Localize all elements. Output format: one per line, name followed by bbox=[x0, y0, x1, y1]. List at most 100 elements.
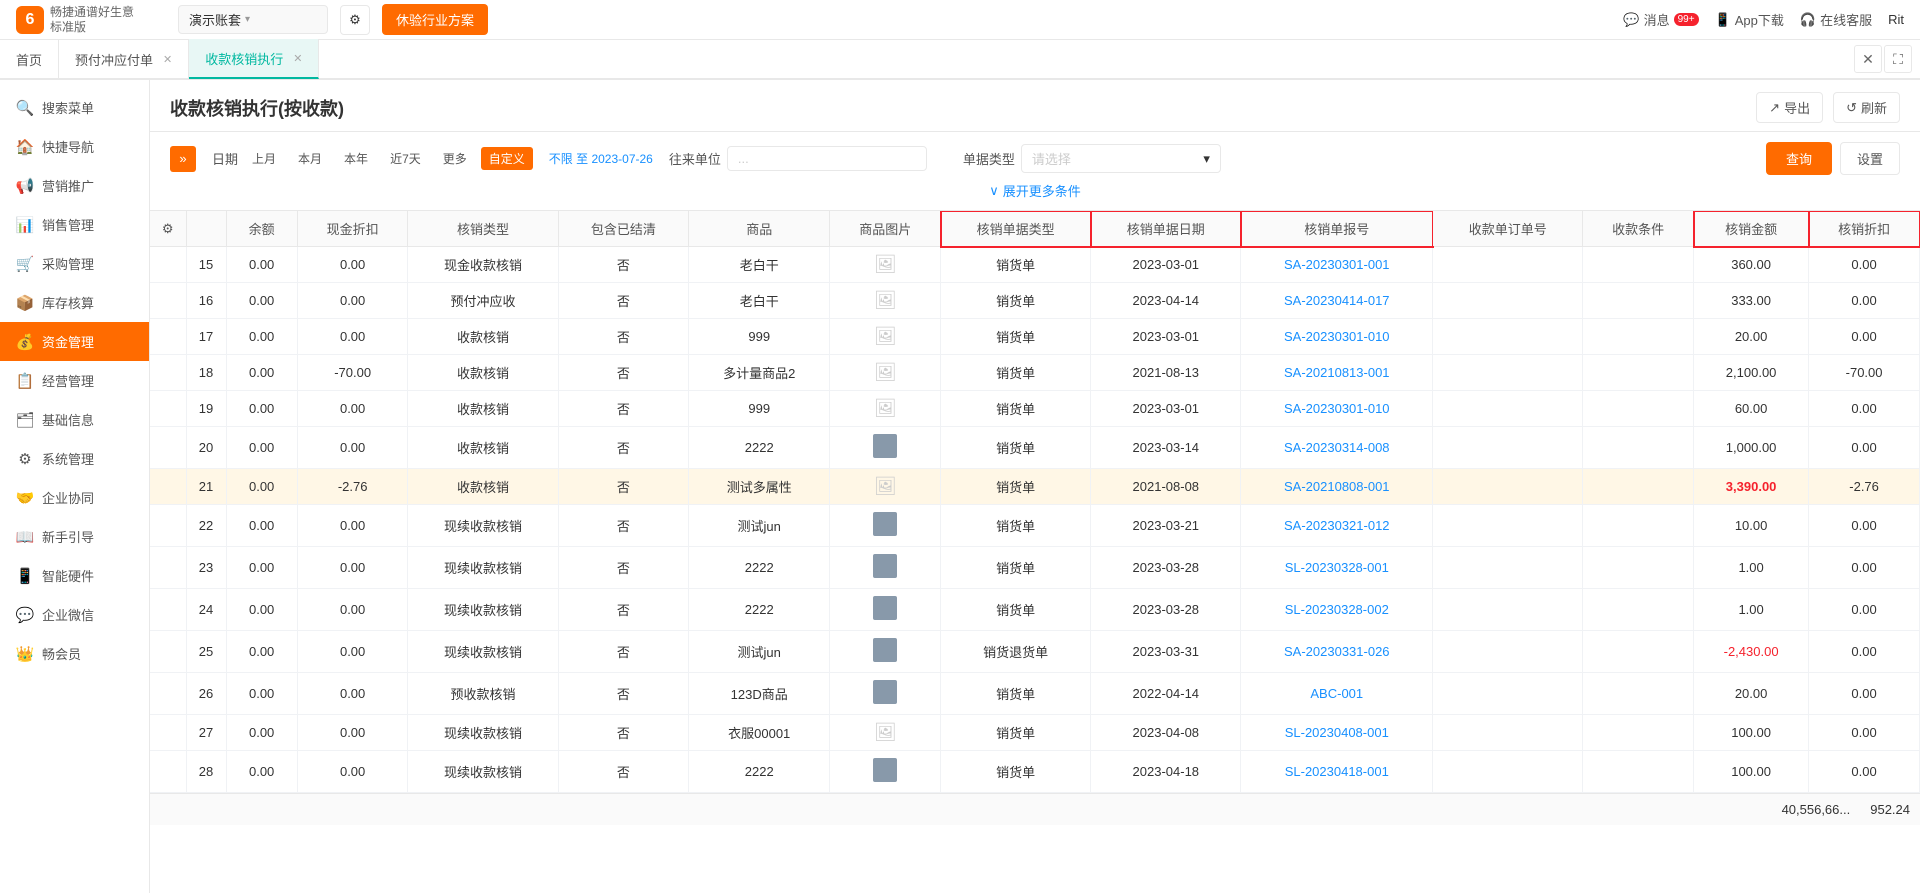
cell-writeoff-doc-no[interactable]: SA-20230301-010 bbox=[1241, 391, 1433, 427]
sidebar-item-marketing[interactable]: 📢 营销推广 bbox=[0, 166, 149, 205]
date-shortcut-last-month[interactable]: 上月 bbox=[244, 147, 284, 170]
export-button[interactable]: ↗ 导出 bbox=[1756, 92, 1823, 123]
expand-more-conditions[interactable]: ∨ 展开更多条件 bbox=[170, 181, 1900, 200]
tab-expand-button[interactable]: ⛶ bbox=[1884, 45, 1912, 73]
query-button[interactable]: 查询 bbox=[1766, 142, 1832, 175]
cell-included-settled: 否 bbox=[558, 391, 688, 427]
cell-writeoff-doc-no[interactable]: SA-20230321-012 bbox=[1241, 505, 1433, 547]
doc-no-link[interactable]: SA-20230331-026 bbox=[1284, 644, 1390, 659]
cell-payment-terms bbox=[1583, 673, 1694, 715]
cell-writeoff-doc-no[interactable]: SA-20210808-001 bbox=[1241, 469, 1433, 505]
cell-writeoff-doc-date: 2023-04-08 bbox=[1091, 715, 1241, 751]
cell-write-off-type: 现续收款核销 bbox=[408, 631, 558, 673]
sidebar-item-inventory[interactable]: 📦 库存核算 bbox=[0, 283, 149, 322]
sidebar-item-operations[interactable]: 📋 经营管理 bbox=[0, 361, 149, 400]
cell-writeoff-doc-no[interactable]: SA-20230301-001 bbox=[1241, 247, 1433, 283]
tab-receipt-close[interactable]: ✕ bbox=[293, 52, 302, 65]
cell-payment-terms bbox=[1583, 589, 1694, 631]
cell-writeoff-doc-no[interactable]: SA-20230331-026 bbox=[1241, 631, 1433, 673]
cell-writeoff-doc-no[interactable]: SL-20230408-001 bbox=[1241, 715, 1433, 751]
industry-button[interactable]: 休验行业方案 bbox=[382, 4, 488, 35]
date-shortcut-this-year[interactable]: 本年 bbox=[336, 147, 376, 170]
cell-writeoff-doc-no[interactable]: SA-20210813-001 bbox=[1241, 355, 1433, 391]
message-button[interactable]: 💬 消息 99+ bbox=[1623, 10, 1698, 29]
doc-no-link[interactable]: SL-20230328-002 bbox=[1285, 602, 1389, 617]
doc-no-link[interactable]: SA-20230301-010 bbox=[1284, 401, 1390, 416]
sidebar-item-sales[interactable]: 📊 销售管理 bbox=[0, 205, 149, 244]
member-icon: 👑 bbox=[16, 645, 34, 663]
doc-no-link[interactable]: SA-20230314-008 bbox=[1284, 440, 1390, 455]
sidebar-item-member[interactable]: 👑 畅会员 bbox=[0, 634, 149, 673]
cell-payment-terms bbox=[1583, 283, 1694, 319]
sidebar-item-basic[interactable]: 🗂 基础信息 bbox=[0, 400, 149, 439]
doc-no-link[interactable]: ABC-001 bbox=[1310, 686, 1363, 701]
doc-no-link[interactable]: SL-20230418-001 bbox=[1285, 764, 1389, 779]
doc-no-link[interactable]: SA-20230414-017 bbox=[1284, 293, 1390, 308]
cell-writeoff-doc-no[interactable]: SL-20230328-001 bbox=[1241, 547, 1433, 589]
cell-writeoff-doc-no[interactable]: SA-20230414-017 bbox=[1241, 283, 1433, 319]
doc-no-link[interactable]: SA-20230321-012 bbox=[1284, 518, 1390, 533]
cell-cash-discount: -2.76 bbox=[297, 469, 408, 505]
doc-no-link[interactable]: SL-20230328-001 bbox=[1285, 560, 1389, 575]
party-input[interactable]: ... bbox=[727, 146, 927, 171]
sidebar-item-hardware[interactable]: 📱 智能硬件 bbox=[0, 556, 149, 595]
table-row: 16 0.00 0.00 预付冲应收 否 老白干 🖼 销货单 2023-04-1… bbox=[150, 283, 1920, 319]
tab-home-label: 首页 bbox=[16, 50, 42, 69]
cell-writeoff-amount: 2,100.00 bbox=[1694, 355, 1809, 391]
cell-included-settled: 否 bbox=[558, 715, 688, 751]
tab-prepay-close[interactable]: ✕ bbox=[163, 53, 172, 66]
cell-writeoff-doc-no[interactable]: SL-20230418-001 bbox=[1241, 751, 1433, 793]
cell-payment-terms bbox=[1583, 547, 1694, 589]
doc-no-link[interactable]: SL-20230408-001 bbox=[1285, 725, 1389, 740]
sidebar-item-system[interactable]: ⚙ 系统管理 bbox=[0, 439, 149, 478]
tab-close-button[interactable]: ✕ bbox=[1854, 45, 1882, 73]
user-name[interactable]: Rit bbox=[1888, 12, 1904, 27]
cell-writeoff-doc-no[interactable]: SA-20230314-008 bbox=[1241, 427, 1433, 469]
doc-no-link[interactable]: SA-20210808-001 bbox=[1284, 479, 1390, 494]
cell-payment-terms bbox=[1583, 391, 1694, 427]
doc-no-link[interactable]: SA-20210813-001 bbox=[1284, 365, 1390, 380]
sidebar-item-search[interactable]: 🔍 搜索菜单 bbox=[0, 88, 149, 127]
tab-receipt[interactable]: 收款核销执行 ✕ bbox=[189, 39, 319, 79]
cell-goods: 老白干 bbox=[689, 283, 830, 319]
cell-writeoff-doc-no[interactable]: SA-20230301-010 bbox=[1241, 319, 1433, 355]
sidebar-item-inventory-label: 库存核算 bbox=[42, 293, 94, 312]
cell-writeoff-doc-type: 销货单 bbox=[941, 505, 1091, 547]
sidebar-item-wechat[interactable]: 💬 企业微信 bbox=[0, 595, 149, 634]
refresh-button[interactable]: ↺ 刷新 bbox=[1833, 92, 1900, 123]
cell-writeoff-doc-type: 销货退货单 bbox=[941, 631, 1091, 673]
sidebar-item-enterprise[interactable]: 🤝 企业协同 bbox=[0, 478, 149, 517]
cell-cash-discount: 0.00 bbox=[297, 427, 408, 469]
cell-writeoff-doc-no[interactable]: SL-20230328-002 bbox=[1241, 589, 1433, 631]
cell-writeoff-doc-date: 2023-03-21 bbox=[1091, 505, 1241, 547]
page-header: 收款核销执行(按收款) ↗ 导出 ↺ 刷新 bbox=[150, 80, 1920, 132]
sidebar-item-purchase[interactable]: 🛒 采购管理 bbox=[0, 244, 149, 283]
sidebar-item-quicknav[interactable]: 🏠 快捷导航 bbox=[0, 127, 149, 166]
col-header-gear[interactable]: ⚙ bbox=[150, 211, 186, 247]
cell-included-settled: 否 bbox=[558, 547, 688, 589]
sidebar-item-guide[interactable]: 📖 新手引导 bbox=[0, 517, 149, 556]
setting-button[interactable]: 设置 bbox=[1840, 142, 1900, 175]
cell-receipt-order-no bbox=[1433, 319, 1583, 355]
sidebar-item-finance[interactable]: 💰 资金管理 bbox=[0, 322, 149, 361]
date-shortcut-more[interactable]: 更多 bbox=[435, 147, 475, 170]
date-shortcut-7days[interactable]: 近7天 bbox=[382, 147, 429, 170]
col-header-writeoff-doc-no: 核销单报号 bbox=[1241, 211, 1433, 247]
cell-writeoff-discount: 0.00 bbox=[1809, 319, 1920, 355]
settings-button[interactable]: ⚙ bbox=[340, 5, 370, 35]
tab-prepay[interactable]: 预付冲应付单 ✕ bbox=[59, 39, 189, 79]
company-selector[interactable]: 演示账套 ▾ bbox=[178, 5, 328, 34]
tab-home[interactable]: 首页 bbox=[0, 39, 59, 79]
online-service-button[interactable]: 🎧 在线客服 bbox=[1800, 10, 1872, 29]
cell-writeoff-doc-no[interactable]: ABC-001 bbox=[1241, 673, 1433, 715]
cell-seq: 27 bbox=[186, 715, 226, 751]
app-download-button[interactable]: 📱 App下载 bbox=[1715, 10, 1784, 29]
filter-expand-toggle[interactable]: » bbox=[170, 146, 196, 172]
cell-receipt-order-no bbox=[1433, 547, 1583, 589]
doc-no-link[interactable]: SA-20230301-010 bbox=[1284, 329, 1390, 344]
date-shortcut-custom[interactable]: 自定义 bbox=[481, 147, 533, 170]
doctype-select[interactable]: 请选择 ▾ bbox=[1021, 144, 1221, 173]
cell-seq: 20 bbox=[186, 427, 226, 469]
date-shortcut-this-month[interactable]: 本月 bbox=[290, 147, 330, 170]
doc-no-link[interactable]: SA-20230301-001 bbox=[1284, 257, 1390, 272]
